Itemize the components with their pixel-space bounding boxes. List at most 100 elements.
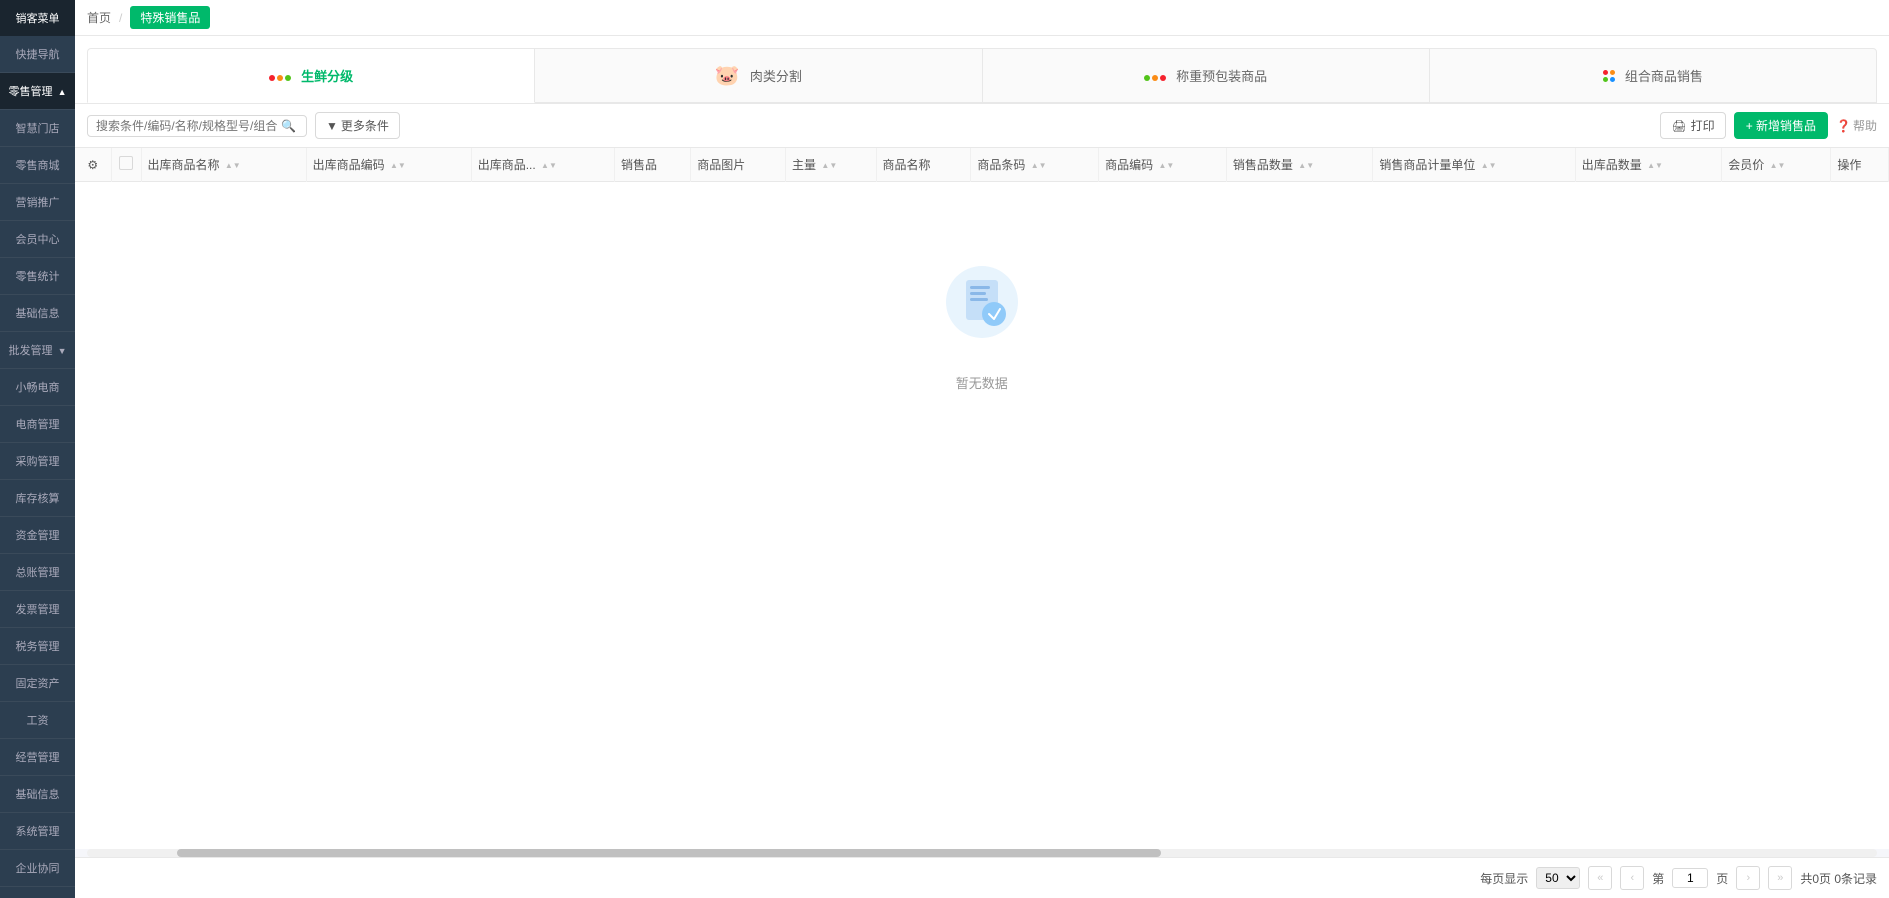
search-input[interactable] [96,119,281,133]
filter-button[interactable]: ▼ 更多条件 [315,112,400,139]
chevron-down-icon: ▲ [58,87,67,97]
sidebar-item-retail-mgmt[interactable]: 零售管理 ▲ [0,73,75,110]
sidebar-item-smart-store[interactable]: 智慧门店 [0,110,75,147]
sidebar-item-corp-agreement[interactable]: 企业协同 [0,850,75,887]
search-icon[interactable]: 🔍 [281,119,296,133]
th-member-price[interactable]: 会员价 ▲▼ [1722,148,1831,182]
sort-arrows-5: ▲▼ [1031,161,1047,170]
sidebar-item-purchase[interactable]: 采购管理 [0,443,75,480]
breadcrumb: 首页 / 特殊销售品 [87,6,210,29]
sidebar-item-basic-info[interactable]: 基础信息 [0,295,75,332]
page-input[interactable] [1672,868,1708,888]
table-container: ⚙ 出库商品名称 ▲▼ 出库商品编码 ▲▼ [75,148,1889,849]
sidebar-item-inventory[interactable]: 库存核算 [0,480,75,517]
help-button[interactable]: ❓ 帮助 [1836,117,1877,134]
select-all-checkbox[interactable] [119,156,133,170]
sidebar-item-ecommerce[interactable]: 电商管理 [0,406,75,443]
th-product-image[interactable]: 商品图片 [691,148,786,182]
combo-icon [1603,70,1615,82]
sidebar-item-biz-mgmt[interactable]: 经营管理 [0,739,75,776]
table-header: ⚙ 出库商品名称 ▲▼ 出库商品编码 ▲▼ [75,148,1889,182]
scrollbar-thumb[interactable] [177,849,1162,857]
th-product-name[interactable]: 商品名称 [876,148,971,182]
main-area: 首页 / 特殊销售品 生鲜分级 🐷 肉类分割 [75,0,1889,898]
tab-fresh-grade-label: 生鲜分级 [301,66,353,85]
sidebar-item-retail-stats[interactable]: 零售统计 [0,258,75,295]
fresh-grade-icon [269,64,291,87]
pig-icon: 🐷 [715,63,740,88]
th-sales-unit[interactable]: 销售商品计量单位 ▲▼ [1373,148,1575,182]
sidebar-item-member-center[interactable]: 会员中心 [0,221,75,258]
th-product-code[interactable]: 商品编码 ▲▼ [1099,148,1227,182]
th-settings[interactable]: ⚙ [75,148,111,182]
content-area: 生鲜分级 🐷 肉类分割 称重预包装商品 [75,36,1889,898]
tab-cards: 生鲜分级 🐷 肉类分割 称重预包装商品 [75,36,1889,104]
empty-icon [942,262,1022,361]
breadcrumb-separator: / [119,11,122,25]
sidebar-item-retail-mall[interactable]: 零售商城 [0,147,75,184]
sort-arrows-10: ▲▼ [1770,161,1786,170]
sidebar-item-basic-info2[interactable]: 基础信息 [0,776,75,813]
th-out-product-name[interactable]: 出库商品名称 ▲▼ [141,148,306,182]
print-icon: 🖨 [1671,119,1686,133]
sidebar-item-mini-program[interactable]: 小畅电商 [0,369,75,406]
sidebar-item-wages[interactable]: 工资 [0,702,75,739]
tab-weigh-pack-label: 称重预包装商品 [1176,66,1267,85]
sidebar-item-sys-mgmt[interactable]: 系统管理 [0,813,75,850]
th-sales-product[interactable]: 销售品 [615,148,691,182]
total-label: 共0页 0条记录 [1800,870,1877,887]
data-table: ⚙ 出库商品名称 ▲▼ 出库商品编码 ▲▼ [75,148,1889,472]
sidebar-item-wholesale-mgmt[interactable]: 批发管理 ▼ [0,332,75,369]
sidebar-item-invoice[interactable]: 发票管理 [0,591,75,628]
sidebar-item-tax[interactable]: 税务管理 [0,628,75,665]
sort-arrows-7: ▲▼ [1298,161,1314,170]
toolbar-right: 🖨 打印 + 新增销售品 ❓ 帮助 [1660,112,1877,139]
add-button[interactable]: + 新增销售品 [1734,112,1828,139]
tab-meat-cut[interactable]: 🐷 肉类分割 [534,48,982,103]
filter-icon: ▼ [326,119,338,133]
th-weight[interactable]: 主量 ▲▼ [786,148,876,182]
toolbar: 🔍 ▼ 更多条件 🖨 打印 + 新增销售品 ❓ 帮助 [75,104,1889,148]
scale-icon [1144,64,1166,87]
sort-arrows: ▲▼ [225,161,241,170]
th-product-barcode[interactable]: 商品条码 ▲▼ [971,148,1099,182]
horizontal-scrollbar[interactable] [87,849,1877,857]
tab-fresh-grade[interactable]: 生鲜分级 [87,48,535,103]
sidebar-item-new-guide[interactable]: 新手引导 [0,887,75,898]
per-page-select[interactable]: 50 [1536,867,1580,889]
empty-cell: 暂无数据 [75,182,1889,473]
th-out-product-code[interactable]: 出库商品编码 ▲▼ [306,148,471,182]
sidebar-item-quick-nav[interactable]: 快捷导航 [0,36,75,73]
th-out-qty[interactable]: 出库品数量 ▲▼ [1575,148,1721,182]
sort-arrows-3: ▲▼ [541,161,557,170]
breadcrumb-home[interactable]: 首页 [87,9,111,26]
settings-icon[interactable]: ⚙ [87,158,98,172]
table-body: 暂无数据 [75,182,1889,473]
next-page-button[interactable]: › [1736,866,1760,890]
print-button[interactable]: 🖨 打印 [1660,112,1725,139]
prev-page-button[interactable]: ‹ [1620,866,1644,890]
last-page-button[interactable]: » [1768,866,1792,890]
sidebar: 销客菜单 快捷导航 零售管理 ▲ 智慧门店 零售商城 营销推广 会员中心 零售统… [0,0,75,898]
th-sales-qty[interactable]: 销售品数量 ▲▼ [1226,148,1372,182]
tab-meat-cut-label: 肉类分割 [750,66,802,85]
sort-arrows-6: ▲▼ [1159,161,1175,170]
first-page-button[interactable]: « [1588,866,1612,890]
sidebar-item-general-ledger[interactable]: 总账管理 [0,554,75,591]
sidebar-item-sales-promo[interactable]: 营销推广 [0,184,75,221]
th-check[interactable] [111,148,141,182]
page-label: 页 [1716,870,1728,887]
breadcrumb-current: 特殊销售品 [130,6,210,29]
th-out-product-extra[interactable]: 出库商品... ▲▼ [471,148,614,182]
sidebar-item-fixed-assets[interactable]: 固定资产 [0,665,75,702]
search-box[interactable]: 🔍 [87,115,307,137]
tab-weigh-pack[interactable]: 称重预包装商品 [982,48,1430,103]
sidebar-item-finance[interactable]: 资金管理 [0,517,75,554]
tab-combo-sales[interactable]: 组合商品销售 [1429,48,1877,103]
empty-state: 暂无数据 [75,182,1889,472]
tab-combo-sales-label: 组合商品销售 [1625,66,1703,85]
sort-arrows-4: ▲▼ [821,161,837,170]
empty-text: 暂无数据 [956,373,1008,392]
sort-arrows-8: ▲▼ [1481,161,1497,170]
per-page-label: 每页显示 [1480,870,1528,887]
